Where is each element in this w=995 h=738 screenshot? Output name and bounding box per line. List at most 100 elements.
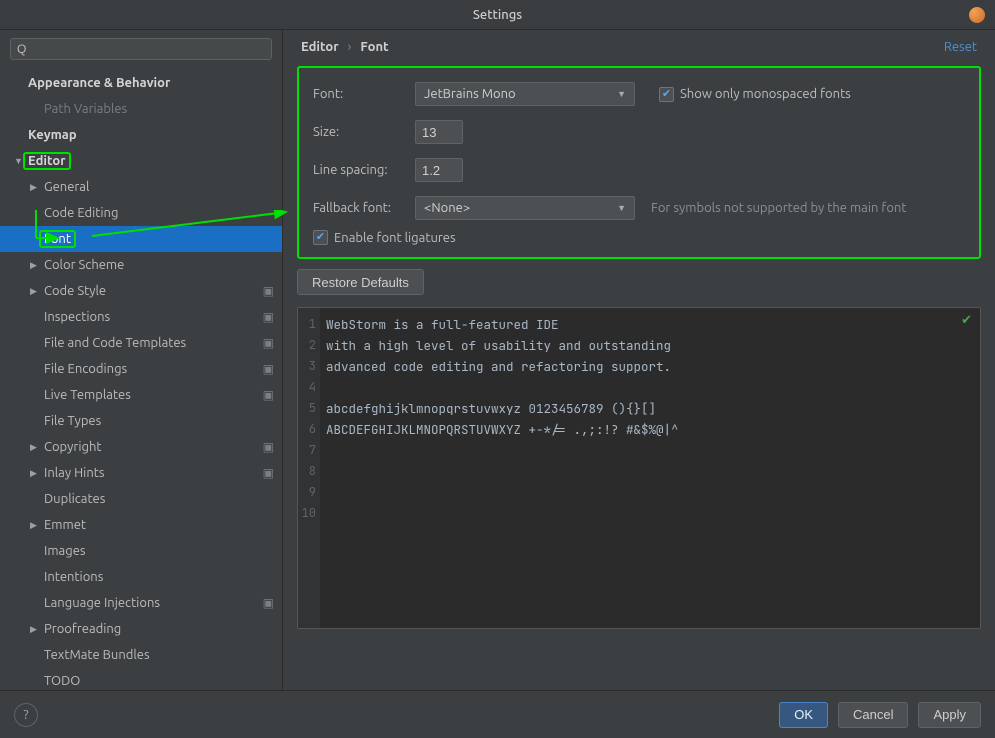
- tree-item-label: Images: [44, 544, 86, 558]
- scope-icon: ▣: [263, 388, 274, 402]
- scope-icon: ▣: [263, 336, 274, 350]
- settings-main: Editor › Font Reset Font: JetBrains Mono…: [283, 30, 995, 690]
- spacing-label: Line spacing:: [313, 163, 415, 177]
- font-preview: 12345678910 WebStorm is a full-featured …: [297, 307, 981, 629]
- tree-item-label: Emmet: [44, 518, 86, 532]
- fallback-hint: For symbols not supported by the main fo…: [651, 201, 907, 215]
- size-label: Size:: [313, 125, 415, 139]
- scope-icon: ▣: [263, 310, 274, 324]
- status-check-icon: ✔: [961, 313, 972, 328]
- tree-item-code-style[interactable]: ▶ Code Style ▣: [0, 278, 282, 304]
- fallback-select[interactable]: <None> ▼: [415, 196, 635, 220]
- expand-arrow-icon: ▶: [30, 624, 40, 635]
- expand-arrow-icon: ▶: [30, 468, 40, 479]
- scope-icon: ▣: [263, 596, 274, 610]
- search-input[interactable]: [10, 38, 272, 60]
- tree-item-label: Proofreading: [44, 622, 121, 636]
- dialog-footer: ? OK Cancel Apply: [0, 690, 995, 738]
- restore-defaults-button[interactable]: Restore Defaults: [297, 269, 424, 295]
- chevron-down-icon: ▼: [617, 89, 626, 99]
- tree-item-label: TextMate Bundles: [44, 648, 150, 662]
- size-input[interactable]: [415, 120, 463, 144]
- ligatures-checkbox[interactable]: ✔ Enable font ligatures: [313, 230, 456, 245]
- tree-item-file-types[interactable]: File Types: [0, 408, 282, 434]
- chevron-down-icon: ▼: [617, 203, 626, 213]
- tree-item-inlay-hints[interactable]: ▶ Inlay Hints ▣: [0, 460, 282, 486]
- breadcrumb-sep: ›: [348, 40, 352, 54]
- tree-item-inspections[interactable]: Inspections ▣: [0, 304, 282, 330]
- font-settings-panel: Font: JetBrains Mono ▼ ✔ Show only monos…: [297, 66, 981, 259]
- expand-arrow-icon: ▶: [30, 182, 40, 193]
- scope-icon: ▣: [263, 284, 274, 298]
- tree-item-label: Intentions: [44, 570, 103, 584]
- tree-item-label: Duplicates: [44, 492, 105, 506]
- tree-item-textmate-bundles[interactable]: TextMate Bundles: [0, 642, 282, 668]
- tree-item-label: Code Style: [44, 284, 106, 298]
- tree-item-label: File Encodings: [44, 362, 127, 376]
- tree-item-label: Inspections: [44, 310, 110, 324]
- tree-item-label: Appearance & Behavior: [28, 76, 170, 90]
- tree-item-todo[interactable]: TODO: [0, 668, 282, 690]
- window-title: Settings: [473, 8, 522, 22]
- tree-item-images[interactable]: Images: [0, 538, 282, 564]
- reset-link[interactable]: Reset: [944, 40, 977, 54]
- fallback-value: <None>: [424, 201, 470, 215]
- expand-arrow-icon: ▶: [30, 520, 40, 531]
- tree-item-path-variables[interactable]: Path Variables: [0, 96, 282, 122]
- tree-item-label: Language Injections: [44, 596, 160, 610]
- tree-item-label: Code Editing: [44, 206, 118, 220]
- tree-item-general[interactable]: ▶General: [0, 174, 282, 200]
- tree-item-emmet[interactable]: ▶ Emmet: [0, 512, 282, 538]
- expand-arrow-icon: ▶: [30, 286, 40, 297]
- tree-item-editor[interactable]: ▼Editor: [0, 148, 282, 174]
- tree-item-label: Editor: [28, 154, 71, 168]
- tree-item-label: File Types: [44, 414, 101, 428]
- breadcrumb: Editor › Font Reset: [283, 30, 995, 58]
- tree-item-label: File and Code Templates: [44, 336, 186, 350]
- tree-item-copyright[interactable]: ▶ Copyright ▣: [0, 434, 282, 460]
- close-icon[interactable]: [969, 7, 985, 23]
- apply-button[interactable]: Apply: [918, 702, 981, 728]
- tree-item-color-scheme[interactable]: ▶ Color Scheme: [0, 252, 282, 278]
- tree-item-code-editing[interactable]: Code Editing: [0, 200, 282, 226]
- tree-item-language-injections[interactable]: Language Injections ▣: [0, 590, 282, 616]
- scope-icon: ▣: [263, 466, 274, 480]
- cancel-button[interactable]: Cancel: [838, 702, 908, 728]
- tree-item-intentions[interactable]: Intentions: [0, 564, 282, 590]
- font-value: JetBrains Mono: [424, 87, 516, 101]
- breadcrumb-editor: Editor: [301, 40, 339, 54]
- tree-item-font[interactable]: Font: [0, 226, 282, 252]
- monospaced-checkbox[interactable]: ✔ Show only monospaced fonts: [659, 87, 851, 102]
- ok-button[interactable]: OK: [779, 702, 828, 728]
- expand-arrow-icon: ▶: [30, 442, 40, 453]
- font-label: Font:: [313, 87, 415, 101]
- preview-code: WebStorm is a full-featured IDE with a h…: [320, 308, 980, 628]
- titlebar: Settings: [0, 0, 995, 30]
- spacing-input[interactable]: [415, 158, 463, 182]
- tree-item-duplicates[interactable]: Duplicates: [0, 486, 282, 512]
- expand-arrow-icon: ▶: [30, 260, 40, 271]
- tree-item-label: Font: [44, 232, 76, 246]
- check-icon: ✔: [313, 230, 328, 245]
- tree-item-label: Copyright: [44, 440, 102, 454]
- tree-item-keymap[interactable]: Keymap: [0, 122, 282, 148]
- tree-item-live-templates[interactable]: Live Templates▣: [0, 382, 282, 408]
- monospaced-label: Show only monospaced fonts: [680, 87, 851, 101]
- scope-icon: ▣: [263, 362, 274, 376]
- ligatures-label: Enable font ligatures: [334, 231, 456, 245]
- tree-item-label: Path Variables: [44, 102, 127, 116]
- settings-tree: Appearance & Behavior Path Variables Keyma…: [0, 68, 282, 690]
- breadcrumb-font: Font: [360, 40, 388, 54]
- settings-sidebar: Appearance & Behavior Path Variables Keyma…: [0, 30, 283, 690]
- scope-icon: ▣: [263, 440, 274, 454]
- tree-item-label: Inlay Hints: [44, 466, 105, 480]
- tree-item-label: TODO: [44, 674, 80, 688]
- help-button[interactable]: ?: [14, 703, 38, 727]
- tree-item-appearance-behavior[interactable]: Appearance & Behavior: [0, 70, 282, 96]
- font-select[interactable]: JetBrains Mono ▼: [415, 82, 635, 106]
- tree-item-file-encodings[interactable]: File Encodings ▣: [0, 356, 282, 382]
- tree-item-proofreading[interactable]: ▶ Proofreading: [0, 616, 282, 642]
- tree-item-file-and-code-templates[interactable]: File and Code Templates ▣: [0, 330, 282, 356]
- tree-item-label: Color Scheme: [44, 258, 124, 272]
- check-icon: ✔: [659, 87, 674, 102]
